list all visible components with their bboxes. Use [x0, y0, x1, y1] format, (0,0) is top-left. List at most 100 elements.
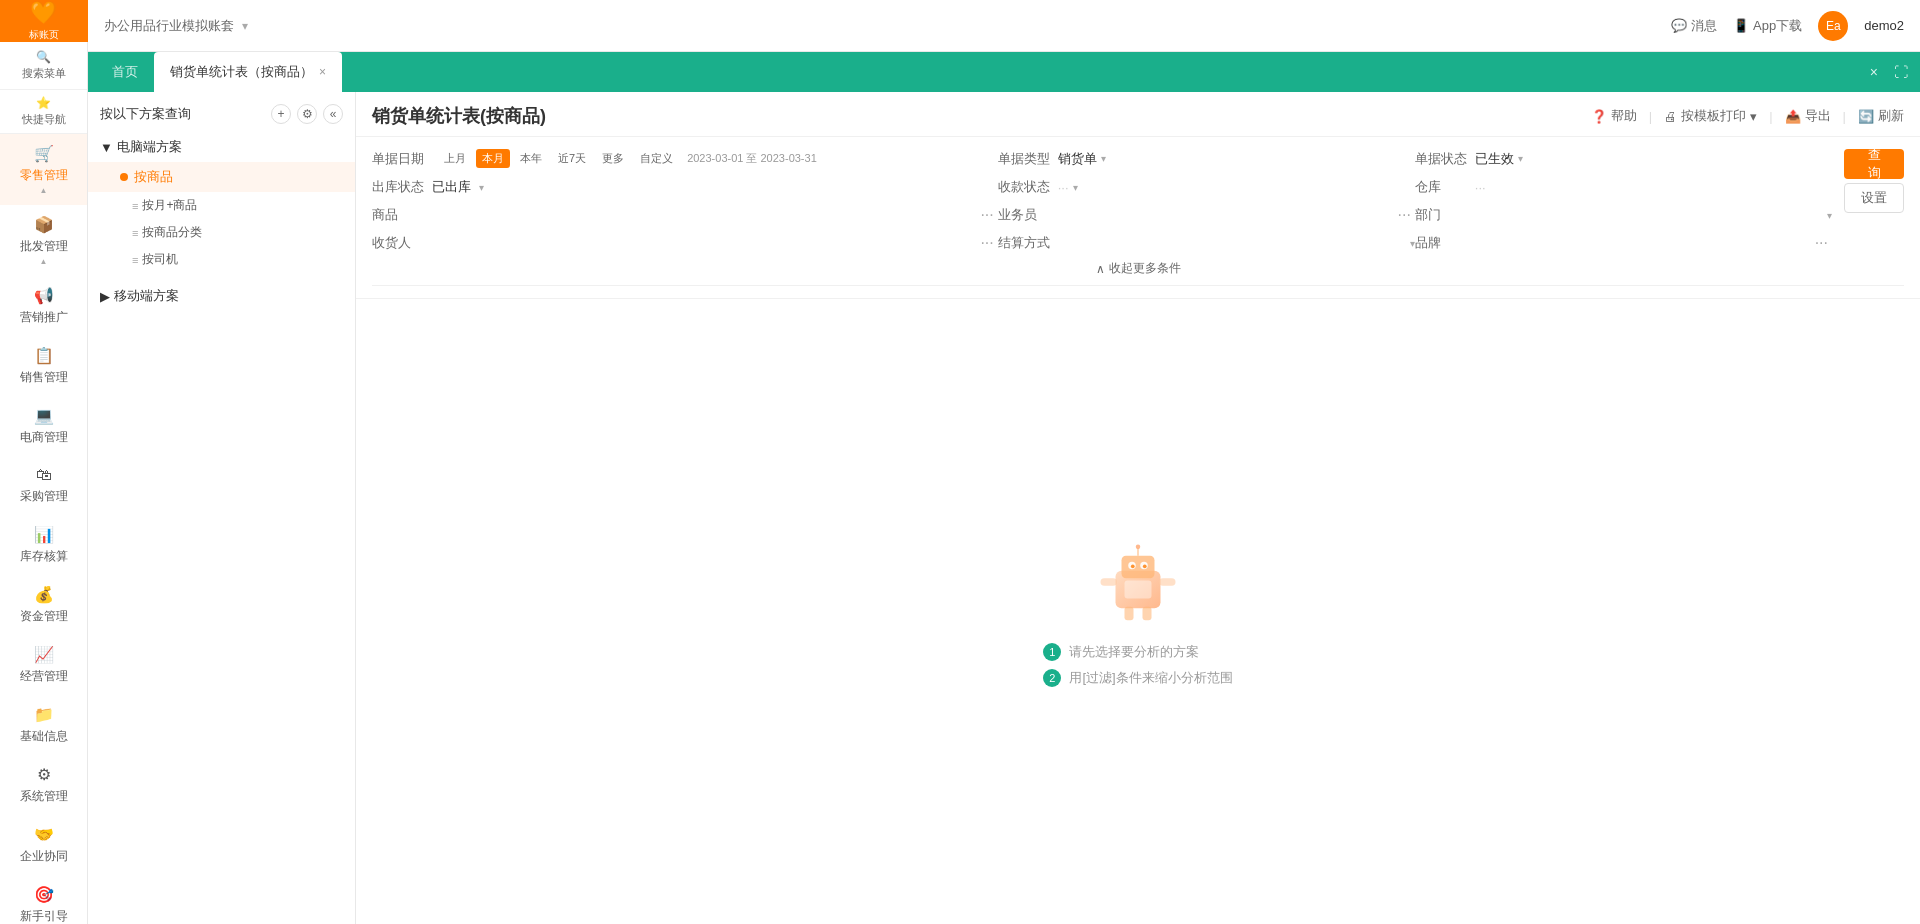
scheme-by-product[interactable]: 按商品 — [88, 162, 355, 192]
system-icon: ⚙ — [37, 765, 51, 784]
department-dropdown-icon[interactable]: ▾ — [1827, 210, 1832, 221]
sidebar: 🧡 标账页 🔍 搜索菜单 ⭐ 快捷导航 🛒 零售管理 ▲ 📦 批发管理 ▲ 📢 … — [0, 0, 88, 924]
salesperson-dots[interactable]: ··· — [1394, 206, 1415, 224]
sales-label: 销售管理 — [20, 369, 68, 386]
topbar-dropdown[interactable]: ▾ — [242, 19, 248, 33]
guide-icon: 🎯 — [34, 885, 54, 904]
panel-collapse-button[interactable]: « — [323, 104, 343, 124]
download-icon: 📱 — [1733, 18, 1749, 33]
message-label: 消息 — [1691, 17, 1717, 35]
doc-status-control: 已生效 ▾ — [1475, 150, 1832, 168]
message-button[interactable]: 💬 消息 — [1671, 17, 1717, 35]
tab-active[interactable]: 销货单统计表（按商品） × — [154, 52, 342, 92]
sidebar-item-retail[interactable]: 🛒 零售管理 ▲ — [0, 134, 87, 205]
date-range-text: 2023-03-01 至 2023-03-31 — [687, 151, 817, 166]
sidebar-item-ecommerce[interactable]: 💻 电商管理 — [0, 396, 87, 456]
topbar-left: 办公用品行业模拟账套 ▾ — [104, 17, 248, 35]
date-control: 上月 本月 本年 近7天 更多 自定义 2023-03-01 至 2023-03… — [432, 149, 998, 168]
scheme-by-month-product[interactable]: ≡ 按月+商品 — [88, 192, 355, 219]
scheme-by-category[interactable]: ≡ 按商品分类 — [88, 219, 355, 246]
print-button[interactable]: 🖨 按模板打印 ▾ — [1664, 107, 1757, 125]
finance-label: 资金管理 — [20, 608, 68, 625]
left-filter-panel: 按以下方案查询 + ⚙ « ▼ 电脑端方案 — [88, 92, 356, 924]
hint-text-1: 请先选择要分析的方案 — [1069, 643, 1199, 661]
query-button[interactable]: 查询 — [1844, 149, 1904, 179]
out-status-dropdown-icon[interactable]: ▾ — [479, 182, 484, 193]
mobile-arrow: ▶ — [100, 289, 110, 304]
desktop-scheme-section: ▼ 电脑端方案 按商品 ≡ 按月+商品 ≡ 按商品分类 ≡ 按司机 — [88, 132, 355, 281]
sidebar-item-guide[interactable]: 🎯 新手引导 — [0, 875, 87, 924]
recv-status-dropdown-icon[interactable]: ▾ — [1073, 182, 1078, 193]
topbar-title: 办公用品行业模拟账套 — [104, 17, 234, 35]
refresh-button[interactable]: 🔄 刷新 — [1858, 107, 1904, 125]
sidebar-item-search[interactable]: 🔍 搜索菜单 — [0, 42, 87, 90]
add-scheme-button[interactable]: + — [271, 104, 291, 124]
settings-button[interactable]: 设置 — [1844, 183, 1904, 213]
user-avatar[interactable]: Ea — [1818, 11, 1848, 41]
query-button-group: 查询 设置 — [1844, 149, 1904, 252]
print-label: 按模板打印 — [1681, 107, 1746, 125]
date-cur-year-btn[interactable]: 本年 — [514, 149, 548, 168]
filter-doc-type-item: 单据类型 销货单 ▾ — [998, 150, 1415, 168]
receiver-dots[interactable]: ··· — [976, 234, 997, 252]
scheme-settings-button[interactable]: ⚙ — [297, 104, 317, 124]
app-download-button[interactable]: 📱 App下载 — [1733, 17, 1802, 35]
sidebar-search-label: 搜索菜单 — [0, 66, 87, 81]
tab-close-all-button[interactable]: × — [1866, 60, 1882, 84]
sidebar-item-purchase[interactable]: 🛍 采购管理 — [0, 456, 87, 515]
doc-status-dropdown-icon[interactable]: ▾ — [1518, 153, 1523, 164]
scheme-by-driver[interactable]: ≡ 按司机 — [88, 246, 355, 273]
sidebar-item-basic[interactable]: 📁 基础信息 — [0, 695, 87, 755]
filter-row-1: 单据日期 上月 本月 本年 近7天 更多 — [372, 149, 1832, 168]
empty-hints: 1 请先选择要分析的方案 2 用[过滤]条件来缩小分析范围 — [1043, 643, 1232, 687]
refresh-icon: 🔄 — [1858, 109, 1874, 124]
sidebar-logo[interactable]: 🧡 标账页 — [0, 0, 88, 42]
sidebar-nav-label: 快捷导航 — [0, 112, 87, 127]
svg-rect-12 — [1124, 580, 1151, 598]
sidebar-item-inventory[interactable]: 📊 库存核算 — [0, 515, 87, 575]
help-button[interactable]: ❓ 帮助 — [1591, 107, 1637, 125]
sales-icon: 📋 — [34, 346, 54, 365]
sidebar-item-quick-nav[interactable]: ⭐ 快捷导航 — [0, 90, 87, 134]
brand-dots[interactable]: ··· — [1811, 234, 1832, 252]
date-more-btn[interactable]: 更多 — [596, 149, 630, 168]
desktop-scheme-header[interactable]: ▼ 电脑端方案 — [88, 132, 355, 162]
collapse-bar[interactable]: ∧ 收起更多条件 — [372, 252, 1904, 286]
tabbar: 首页 销货单统计表（按商品） × × ⛶ — [88, 52, 1920, 92]
marketing-icon: 📢 — [34, 286, 54, 305]
mobile-scheme-label: 移动端方案 — [114, 287, 179, 305]
tab-maximize-button[interactable]: ⛶ — [1890, 60, 1912, 84]
tab-close-button[interactable]: × — [319, 65, 326, 79]
filter-doc-status-item: 单据状态 已生效 ▾ — [1415, 150, 1832, 168]
sidebar-item-finance[interactable]: 💰 资金管理 — [0, 575, 87, 635]
product-dots[interactable]: ··· — [976, 206, 997, 224]
tab-home-label: 首页 — [112, 63, 138, 81]
date-7days-btn[interactable]: 近7天 — [552, 149, 592, 168]
sidebar-item-system[interactable]: ⚙ 系统管理 — [0, 755, 87, 815]
scheme-label: 按商品 — [134, 168, 173, 186]
mobile-scheme-header[interactable]: ▶ 移动端方案 — [88, 281, 355, 311]
sidebar-item-marketing[interactable]: 📢 营销推广 — [0, 276, 87, 336]
page-title: 销货单统计表(按商品) — [372, 104, 546, 128]
username-label[interactable]: demo2 — [1864, 18, 1904, 33]
date-row: 上月 本月 本年 近7天 更多 自定义 2023-03-01 至 2023-03… — [432, 149, 998, 168]
sidebar-item-enterprise[interactable]: 🤝 企业协同 — [0, 815, 87, 875]
sub-icon-1: ≡ — [132, 200, 138, 212]
results-area: 1 请先选择要分析的方案 2 用[过滤]条件来缩小分析范围 — [356, 299, 1920, 924]
date-prev-month-btn[interactable]: 上月 — [438, 149, 472, 168]
date-custom-btn[interactable]: 自定义 — [634, 149, 679, 168]
print-dropdown-icon[interactable]: ▾ — [1750, 109, 1757, 124]
tab-home[interactable]: 首页 — [96, 52, 154, 92]
receiver-label: 收货人 — [372, 234, 432, 252]
inventory-icon: 📊 — [34, 525, 54, 544]
right-panel: 销货单统计表(按商品) ❓ 帮助 | 🖨 按模板打印 ▾ | 📤 — [356, 92, 1920, 924]
divider-1: | — [1649, 109, 1652, 124]
doc-type-dropdown-icon[interactable]: ▾ — [1101, 153, 1106, 164]
date-cur-month-btn[interactable]: 本月 — [476, 149, 510, 168]
payment-label: 结算方式 — [998, 234, 1058, 252]
sidebar-item-wholesale[interactable]: 📦 批发管理 ▲ — [0, 205, 87, 276]
sidebar-item-operations[interactable]: 📈 经营管理 — [0, 635, 87, 695]
page-header-actions: ❓ 帮助 | 🖨 按模板打印 ▾ | 📤 导出 | — [1591, 107, 1904, 125]
sidebar-item-sales[interactable]: 📋 销售管理 — [0, 336, 87, 396]
export-button[interactable]: 📤 导出 — [1785, 107, 1831, 125]
